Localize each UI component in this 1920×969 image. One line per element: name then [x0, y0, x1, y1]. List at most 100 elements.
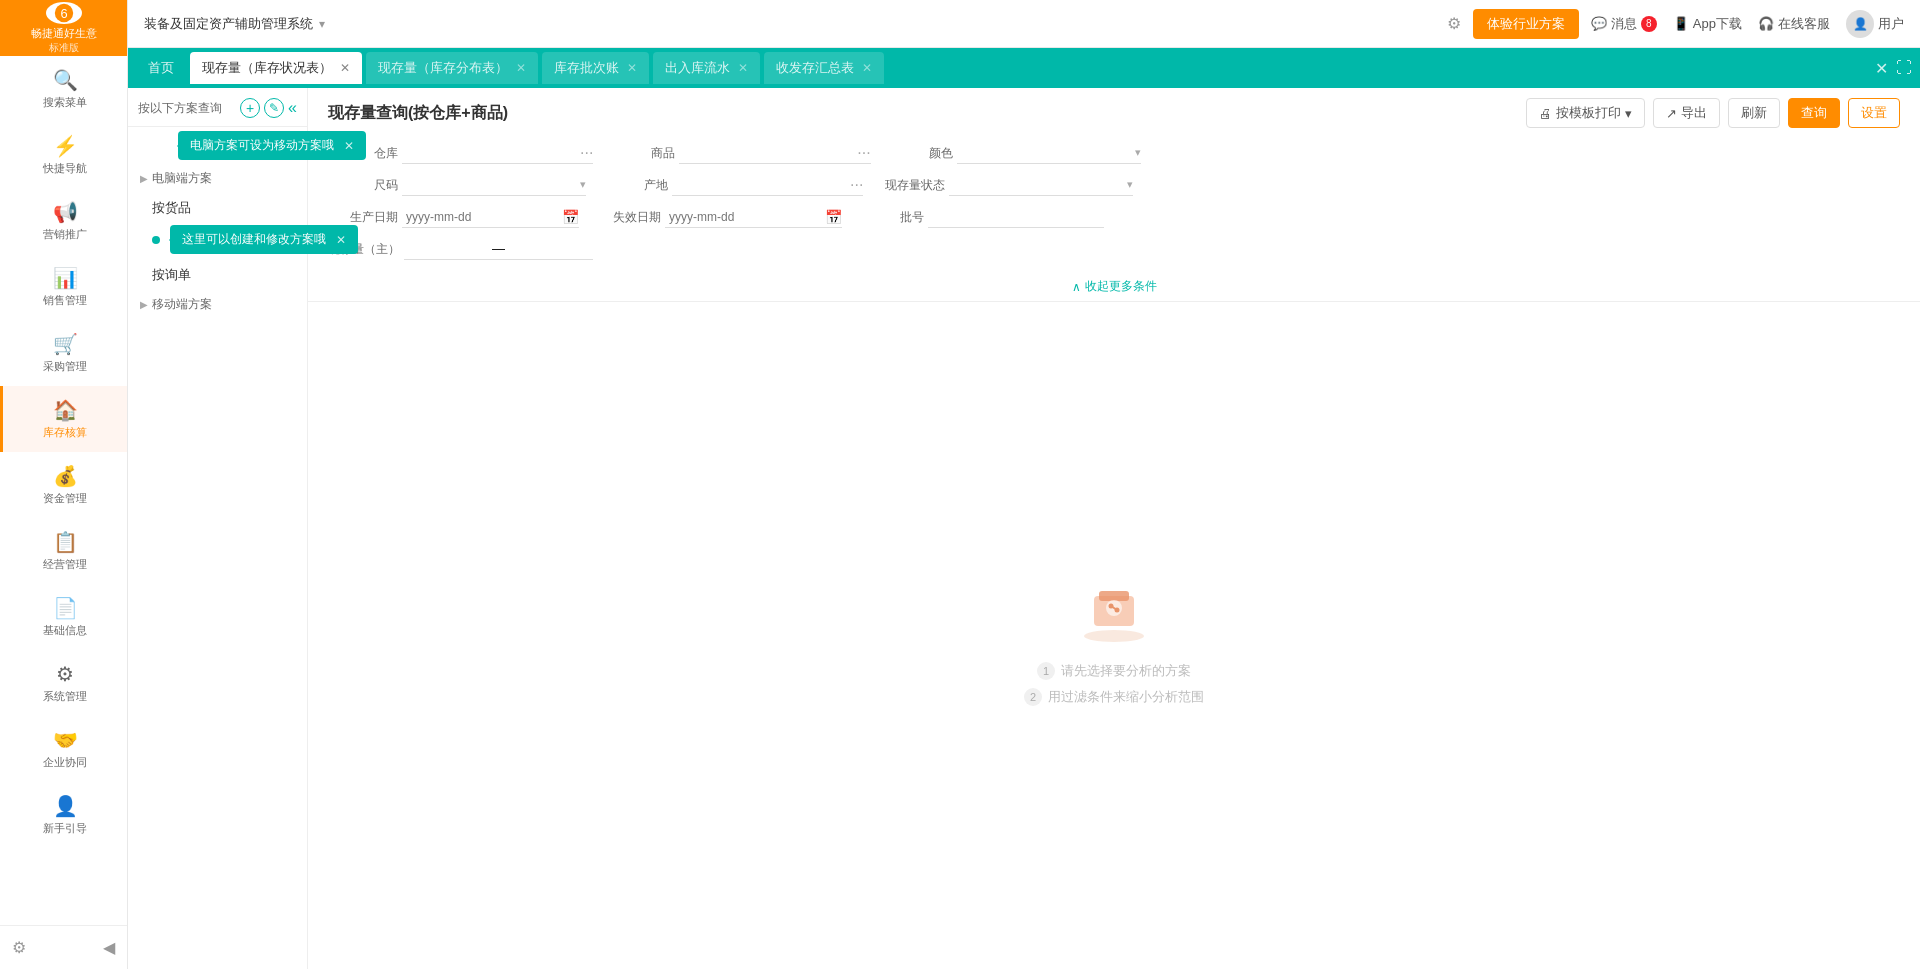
settings-icon[interactable]: ⚙ — [12, 938, 26, 957]
tooltip1-close-icon[interactable]: ✕ — [344, 139, 354, 153]
tab-stock-status[interactable]: 现存量（库存状况表） ✕ — [190, 52, 362, 84]
sidebar-item-basic[interactable]: 📄 基础信息 — [0, 584, 127, 650]
expire-date-input[interactable]: 📅 — [665, 207, 842, 228]
online-support-action[interactable]: 🎧 在线客服 — [1758, 15, 1830, 33]
search-button[interactable]: 查询 — [1788, 98, 1840, 128]
sidebar-item-search[interactable]: 🔍 搜索菜单 — [0, 56, 127, 122]
tab-stock-summary[interactable]: 收发存汇总表 ✕ — [764, 52, 884, 84]
scheme-item-by-goods[interactable]: 按货品 — [128, 193, 307, 223]
sidebar-item-marketing[interactable]: 📢 营销推广 — [0, 188, 127, 254]
field-warehouse: 仓库 ··· — [328, 142, 593, 164]
origin-input[interactable] — [672, 174, 848, 195]
maximize-icon[interactable]: ⛶ — [1896, 59, 1912, 77]
goods-more-icon[interactable]: ··· — [857, 144, 870, 162]
edit-scheme-btn[interactable]: ✎ — [264, 98, 284, 118]
print-button[interactable]: 🖨 按模板打印 ▾ — [1526, 98, 1645, 128]
scheme-group-pc[interactable]: ▶ 电脑端方案 — [128, 164, 307, 193]
logo-sub: 标准版 — [49, 41, 79, 55]
sidebar-item-label: 系统管理 — [43, 689, 87, 704]
user-action[interactable]: 👤 用户 — [1846, 10, 1904, 38]
tab-close-icon[interactable]: ✕ — [627, 61, 637, 75]
settings-icon[interactable]: ⚙ — [1447, 14, 1461, 33]
home-icon: 🏠 — [53, 398, 78, 422]
sidebar-item-quick[interactable]: ⚡ 快捷导航 — [0, 122, 127, 188]
sidebar-item-label: 采购管理 — [43, 359, 87, 374]
tab-stock-flow[interactable]: 出入库流水 ✕ — [653, 52, 760, 84]
sidebar-item-operation[interactable]: 📋 经营管理 — [0, 518, 127, 584]
size-dropdown-icon[interactable]: ▾ — [580, 178, 586, 191]
sidebar-item-finance[interactable]: 💰 资金管理 — [0, 452, 127, 518]
goods-select[interactable]: ··· — [679, 142, 870, 164]
color-select[interactable]: ▾ — [957, 142, 1141, 164]
message-action[interactable]: 💬 消息 8 — [1591, 15, 1657, 33]
collapse-up-icon: ∧ — [1072, 280, 1081, 294]
produce-date-field[interactable] — [402, 207, 560, 227]
sidebar-logo: 6 畅捷通好生意 标准版 — [0, 0, 127, 56]
collapse-sidebar-icon[interactable]: ◀ — [103, 938, 115, 957]
tab-bar-right: ✕ ⛶ — [1875, 59, 1912, 78]
expire-date-label: 失效日期 — [591, 209, 661, 226]
field-origin: 产地 ··· — [598, 174, 863, 196]
tab-close-icon[interactable]: ✕ — [340, 61, 350, 75]
main-right: 现存量查询(按仓库+商品) 🖨 按模板打印 ▾ ↗ 导出 刷新 查询 — [308, 88, 1920, 969]
collapse-filter-row[interactable]: ∧ 收起更多条件 — [308, 272, 1920, 301]
color-dropdown-icon[interactable]: ▾ — [1135, 146, 1141, 159]
user-icon: 👤 — [53, 794, 78, 818]
tab-close-icon[interactable]: ✕ — [862, 61, 872, 75]
system-dropdown-arrow[interactable]: ▾ — [319, 17, 325, 31]
stock-status-input[interactable] — [949, 174, 1125, 195]
svg-point-2 — [1084, 630, 1144, 642]
stock-qty-max[interactable] — [513, 238, 593, 259]
close-all-tabs-icon[interactable]: ✕ — [1875, 59, 1888, 78]
refresh-button[interactable]: 刷新 — [1728, 98, 1780, 128]
warehouse-more-icon[interactable]: ··· — [580, 144, 593, 162]
warehouse-select[interactable]: ··· — [402, 142, 593, 164]
size-select[interactable]: ▾ — [402, 174, 586, 196]
money-icon: 💰 — [53, 464, 78, 488]
page-top: 现存量查询(按仓库+商品) 🖨 按模板打印 ▾ ↗ 导出 刷新 查询 — [308, 88, 1920, 302]
produce-date-input[interactable]: 📅 — [402, 207, 579, 228]
sidebar-item-guide[interactable]: 👤 新手引导 — [0, 782, 127, 848]
sidebar-item-label: 营销推广 — [43, 227, 87, 242]
tooltip2-close-icon[interactable]: ✕ — [336, 233, 346, 247]
origin-select[interactable]: ··· — [672, 174, 863, 196]
tab-home[interactable]: 首页 — [136, 52, 186, 84]
stock-status-dropdown-icon[interactable]: ▾ — [1127, 178, 1133, 191]
goods-input[interactable] — [679, 142, 855, 163]
produce-calendar-icon[interactable]: 📅 — [562, 209, 579, 225]
color-input[interactable] — [957, 142, 1133, 163]
clipboard-icon: 📋 — [53, 530, 78, 554]
industry-button[interactable]: 体验行业方案 — [1473, 9, 1579, 39]
stock-qty-min[interactable] — [404, 238, 484, 259]
add-scheme-btn[interactable]: + — [240, 98, 260, 118]
batch-select[interactable] — [928, 206, 1104, 228]
set-button[interactable]: 设置 — [1848, 98, 1900, 128]
phone-icon: 📱 — [1673, 16, 1689, 31]
sidebar-item-purchase[interactable]: 🛒 采购管理 — [0, 320, 127, 386]
avatar: 👤 — [1846, 10, 1874, 38]
tab-close-icon[interactable]: ✕ — [738, 61, 748, 75]
warehouse-input[interactable] — [402, 142, 578, 163]
sidebar-item-sales[interactable]: 📊 销售管理 — [0, 254, 127, 320]
tab-stock-batch[interactable]: 库存批次账 ✕ — [542, 52, 649, 84]
sidebar-item-inventory[interactable]: 🏠 库存核算 — [0, 386, 127, 452]
tab-close-icon[interactable]: ✕ — [516, 61, 526, 75]
expire-date-field[interactable] — [665, 207, 823, 227]
scheme-item-by-order[interactable]: 按询单 — [128, 260, 307, 290]
sidebar-item-collab[interactable]: 🤝 企业协同 — [0, 716, 127, 782]
system-name: 装备及固定资产辅助管理系统 ▾ — [144, 15, 1435, 33]
sidebar-item-system[interactable]: ⚙ 系统管理 — [0, 650, 127, 716]
stock-status-select[interactable]: ▾ — [949, 174, 1133, 196]
size-input[interactable] — [402, 174, 578, 195]
scheme-group-mobile[interactable]: ▶ 移动端方案 — [128, 290, 307, 319]
filter-row-3: 生产日期 📅 失效日期 📅 — [328, 206, 1900, 228]
header-right: 💬 消息 8 📱 App下载 🎧 在线客服 👤 用户 — [1591, 10, 1904, 38]
origin-more-icon[interactable]: ··· — [850, 176, 863, 194]
tab-stock-dist[interactable]: 现存量（库存分布表） ✕ — [366, 52, 538, 84]
app-download-action[interactable]: 📱 App下载 — [1673, 15, 1742, 33]
scheme-arrow-left[interactable]: « — [288, 99, 297, 117]
batch-input[interactable] — [928, 206, 1104, 227]
expire-calendar-icon[interactable]: 📅 — [825, 209, 842, 225]
export-button[interactable]: ↗ 导出 — [1653, 98, 1720, 128]
chevron-down-icon: ▶ — [140, 173, 148, 184]
